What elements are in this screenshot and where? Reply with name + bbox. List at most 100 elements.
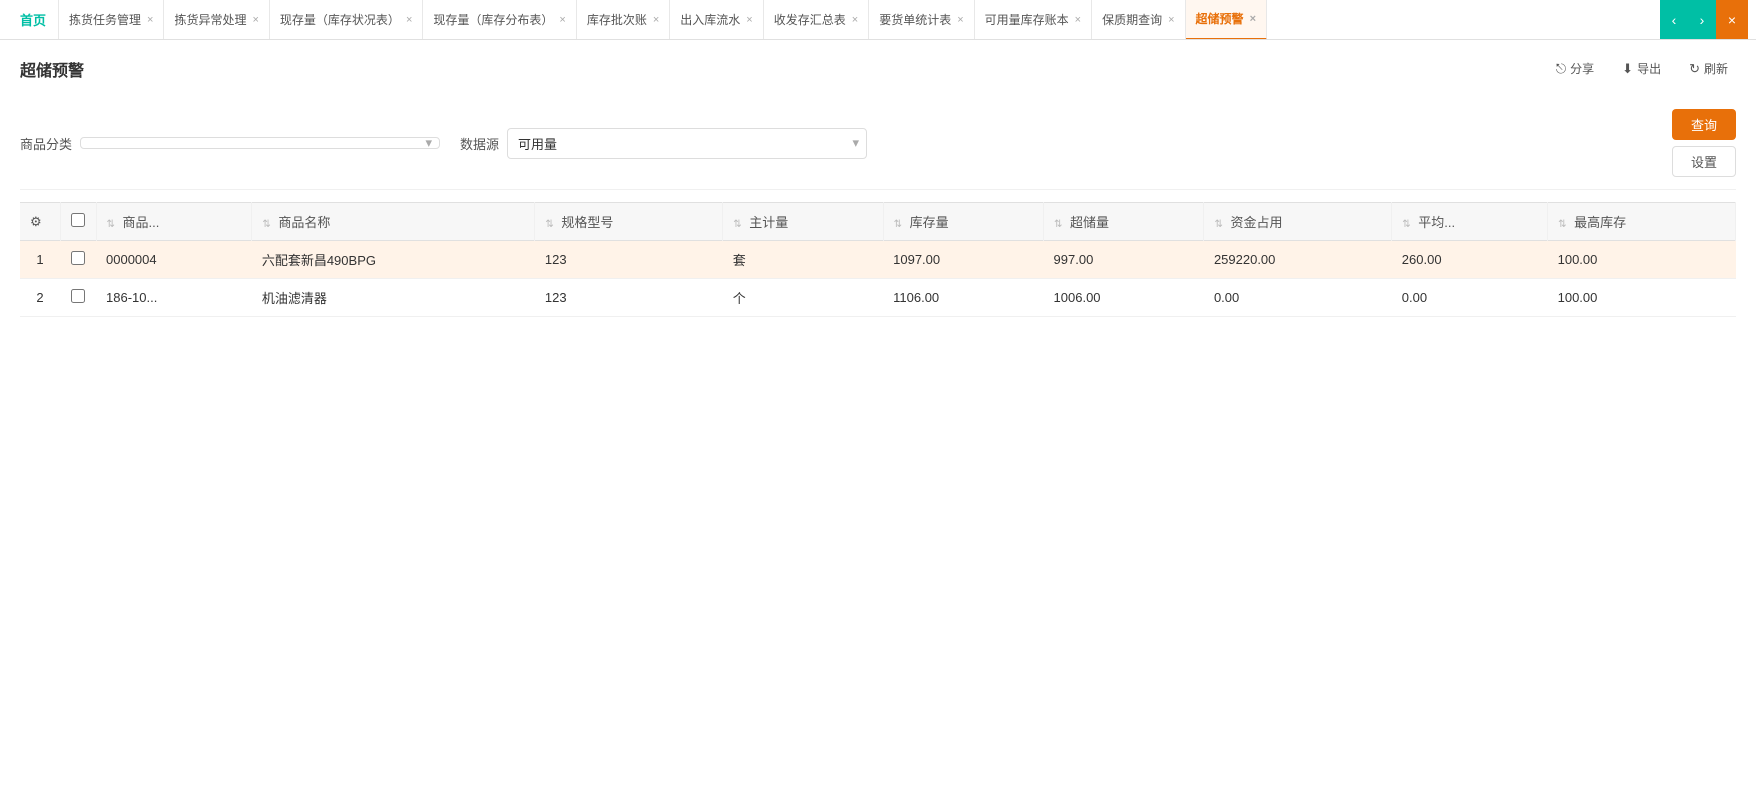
page-header: 超储预警 ⎋ 分享 ⬇ 导出 ↻ 刷新 <box>20 56 1736 81</box>
close-tab-10[interactable]: × <box>1168 14 1174 26</box>
row-avg-2: 0.00 <box>1392 279 1548 317</box>
category-select-wrapper: ▾ <box>80 137 440 149</box>
nav-prev-btn[interactable]: ‹ <box>1660 0 1688 40</box>
tab-11[interactable]: 超储预警 × <box>1186 0 1267 40</box>
close-tab-2[interactable]: × <box>252 14 258 26</box>
nav-home[interactable]: 首页 <box>8 0 59 40</box>
row-num-1: 1 <box>20 241 60 279</box>
sort-code-icon: ⇅ <box>107 219 115 230</box>
settings-button[interactable]: 设置 <box>1672 146 1736 177</box>
share-icon: ⎋ <box>1556 61 1566 77</box>
nav-close-all-btn[interactable]: × <box>1716 0 1748 40</box>
tab-6[interactable]: 出入库流水 × <box>670 0 763 40</box>
th-name[interactable]: ⇅ 商品名称 <box>252 203 535 241</box>
close-tab-8[interactable]: × <box>957 14 963 26</box>
sort-capital-icon: ⇅ <box>1214 219 1222 230</box>
sort-over-icon: ⇅ <box>1054 219 1062 230</box>
category-label: 商品分类 <box>20 134 72 153</box>
th-unit[interactable]: ⇅ 主计量 <box>723 203 883 241</box>
row-over-1: 997.00 <box>1044 241 1204 279</box>
close-tab-6[interactable]: × <box>746 14 752 26</box>
datasource-filter-group: 数据源 可用量 ▾ <box>460 128 867 159</box>
th-spec[interactable]: ⇅ 规格型号 <box>535 203 723 241</box>
select-all-checkbox[interactable] <box>71 213 85 227</box>
export-button[interactable]: ⬇ 导出 <box>1614 56 1669 81</box>
export-icon: ⬇ <box>1622 61 1633 77</box>
row-spec-2: 123 <box>535 279 723 317</box>
sort-name-icon: ⇅ <box>262 219 270 230</box>
table-header-row: ⚙ ⇅ 商品... ⇅ 商品名称 ⇅ 规格型号 ⇅ 主计 <box>20 203 1736 241</box>
th-gear[interactable]: ⚙ <box>20 203 60 241</box>
row-num-2: 2 <box>20 279 60 317</box>
row-checkbox-1[interactable] <box>60 241 96 279</box>
row-check-2[interactable] <box>71 289 85 303</box>
row-capital-2: 0.00 <box>1204 279 1392 317</box>
th-stock[interactable]: ⇅ 库存量 <box>883 203 1043 241</box>
sort-unit-icon: ⇅ <box>733 219 741 230</box>
page-title: 超储预警 <box>20 57 84 81</box>
row-maxstock-1: 100.00 <box>1548 241 1736 279</box>
refresh-icon: ↻ <box>1689 61 1700 77</box>
close-tab-3[interactable]: × <box>406 14 412 26</box>
row-spec-1: 123 <box>535 241 723 279</box>
sort-stock-icon: ⇅ <box>894 219 902 230</box>
header-actions: ⎋ 分享 ⬇ 导出 ↻ 刷新 <box>1548 56 1736 81</box>
page-content: 超储预警 ⎋ 分享 ⬇ 导出 ↻ 刷新 商品分类 ▾ <box>0 40 1756 800</box>
row-avg-1: 260.00 <box>1392 241 1548 279</box>
close-tab-1[interactable]: × <box>147 14 153 26</box>
datasource-value: 可用量 <box>518 134 557 153</box>
row-unit-2: 个 <box>723 279 883 317</box>
datasource-label: 数据源 <box>460 134 499 153</box>
tab-10[interactable]: 保质期查询 × <box>1092 0 1185 40</box>
th-checkbox[interactable] <box>60 203 96 241</box>
tab-9[interactable]: 可用量库存账本 × <box>975 0 1092 40</box>
tab-7[interactable]: 收发存汇总表 × <box>764 0 869 40</box>
tab-1[interactable]: 拣货任务管理 × <box>59 0 164 40</box>
close-tab-11[interactable]: × <box>1250 13 1256 25</box>
table-row: 1 0000004 六配套新昌490BPG 123 套 1097.00 997.… <box>20 241 1736 279</box>
close-tab-4[interactable]: × <box>559 14 565 26</box>
row-capital-1: 259220.00 <box>1204 241 1392 279</box>
tab-4[interactable]: 现存量（库存分布表） × <box>423 0 576 40</box>
sort-avg-icon: ⇅ <box>1402 219 1410 230</box>
sort-spec-icon: ⇅ <box>545 219 553 230</box>
th-over[interactable]: ⇅ 超储量 <box>1044 203 1204 241</box>
row-over-2: 1006.00 <box>1044 279 1204 317</box>
tab-8[interactable]: 要货单统计表 × <box>869 0 974 40</box>
tab-2[interactable]: 拣货异常处理 × <box>164 0 269 40</box>
th-capital[interactable]: ⇅ 资金占用 <box>1204 203 1392 241</box>
row-code-2: 186-10... <box>96 279 252 317</box>
tab-5[interactable]: 库存批次账 × <box>577 0 670 40</box>
row-code-1: 0000004 <box>96 241 252 279</box>
datasource-select-wrapper: 可用量 ▾ <box>507 128 867 159</box>
datasource-select[interactable]: 可用量 <box>507 128 867 159</box>
row-unit-1: 套 <box>723 241 883 279</box>
filter-row: 商品分类 ▾ 数据源 可用量 ▾ 查询 设置 <box>20 97 1736 190</box>
data-table: ⚙ ⇅ 商品... ⇅ 商品名称 ⇅ 规格型号 ⇅ 主计 <box>20 202 1736 317</box>
refresh-button[interactable]: ↻ 刷新 <box>1681 56 1736 81</box>
row-checkbox-2[interactable] <box>60 279 96 317</box>
sort-maxstock-icon: ⇅ <box>1558 219 1566 230</box>
close-tab-7[interactable]: × <box>852 14 858 26</box>
category-filter-group: 商品分类 ▾ <box>20 134 440 153</box>
row-check-1[interactable] <box>71 251 85 265</box>
row-name-2: 机油滤清器 <box>252 279 535 317</box>
category-select[interactable] <box>80 137 440 149</box>
filter-action-buttons: 查询 设置 <box>1672 109 1736 177</box>
nav-arrows: ‹ › × <box>1660 0 1748 40</box>
close-tab-9[interactable]: × <box>1075 14 1081 26</box>
share-button[interactable]: ⎋ 分享 <box>1548 56 1602 81</box>
top-nav: 首页 拣货任务管理 × 拣货异常处理 × 现存量（库存状况表） × 现存量（库存… <box>0 0 1756 40</box>
close-tab-5[interactable]: × <box>653 14 659 26</box>
th-code[interactable]: ⇅ 商品... <box>96 203 252 241</box>
th-maxstock[interactable]: ⇅ 最高库存 <box>1548 203 1736 241</box>
row-stock-2: 1106.00 <box>883 279 1043 317</box>
tab-3[interactable]: 现存量（库存状况表） × <box>270 0 423 40</box>
row-name-1: 六配套新昌490BPG <box>252 241 535 279</box>
row-stock-1: 1097.00 <box>883 241 1043 279</box>
table-row: 2 186-10... 机油滤清器 123 个 1106.00 1006.00 … <box>20 279 1736 317</box>
nav-next-btn[interactable]: › <box>1688 0 1716 40</box>
th-avg[interactable]: ⇅ 平均... <box>1392 203 1548 241</box>
query-button[interactable]: 查询 <box>1672 109 1736 140</box>
row-maxstock-2: 100.00 <box>1548 279 1736 317</box>
